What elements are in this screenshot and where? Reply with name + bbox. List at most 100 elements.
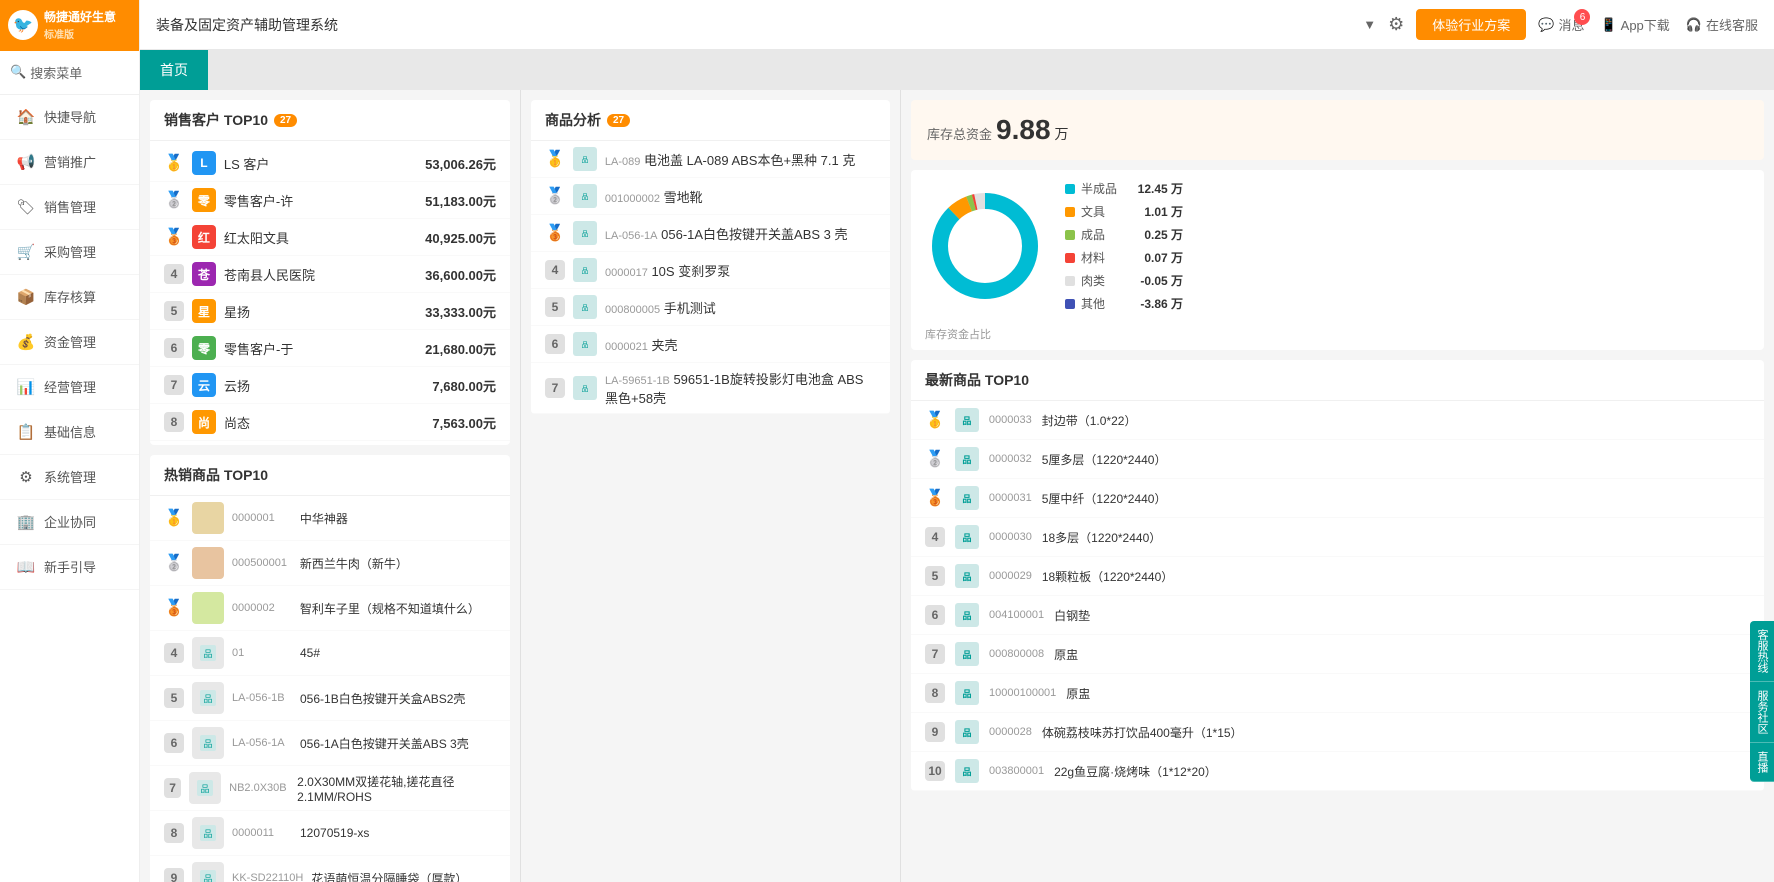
customer-name: LS 客户 [224,154,417,173]
hot-product-item: 🥇 0000001 中华神器 [150,496,510,541]
customer-rank-item: 7 云 云扬 7,680.00元 [150,367,510,404]
rank-num-6: 6 [164,733,184,753]
product-thumb-sm: 品 [573,258,597,282]
hot-product-item: 8 品 0000011 12070519-xs [150,811,510,856]
nav-label-basic-info: 基础信息 [44,422,96,441]
message-icon: 💬 [1538,17,1554,33]
product-analysis-item: 7 品 LA-59651-1B 59651-1B旋转投影灯电池盒 ABS黑色+5… [531,363,890,414]
product-thumb-sm: 品 [573,147,597,171]
medal-bronze: 🥉 [164,598,184,618]
product-thumb: 品 [192,727,224,759]
trial-button[interactable]: 体验行业方案 [1416,9,1526,40]
rank-num-5: 5 [164,688,184,708]
medal-silver: 🥈 [545,186,565,206]
latest-name: 封边带（1.0*22） [1042,412,1137,429]
sidebar-item-sales[interactable]: 🏷销售管理 [0,185,139,230]
topbar-right: 💬 消息 6 📱 App下载 🎧 在线客服 [1538,15,1758,34]
customer-name: 红太阳文具 [224,228,417,247]
product-info: 0000017 10S 变刹罗泵 [605,261,876,280]
sidebar-item-basic-info[interactable]: 📋基础信息 [0,410,139,455]
rank-num-4: 4 [925,527,945,547]
rank-num-4: 4 [164,643,184,663]
sidebar-item-enterprise[interactable]: 🏢企业协同 [0,500,139,545]
svg-text:品: 品 [582,341,589,349]
latest-product-item: 5 品 0000029 18颗粒板（1220*2440） [911,557,1764,596]
svg-text:品: 品 [203,829,212,839]
customer-name: 零售客户-于 [224,339,417,358]
customer-name: 云扬 [224,376,424,395]
legend-dot [1065,299,1075,309]
customer-name: 尚态 [224,413,424,432]
latest-name: 白钢垫 [1054,607,1090,624]
product-info: 0000021 夹壳 [605,335,876,354]
sidebar-item-quick-nav[interactable]: 🏠快捷导航 [0,95,139,140]
app-download-button[interactable]: 📱 App下载 [1600,15,1669,34]
hot-products-card: 热销商品 TOP10 🥇 0000001 中华神器 🥈 000500001 新西… [150,455,510,882]
search-menu-button[interactable]: 🔍 搜索菜单 [10,59,129,86]
medal-gold: 🥇 [164,508,184,528]
online-service-button[interactable]: 🎧 在线客服 [1686,15,1758,34]
rank-num-8: 8 [164,823,184,843]
nav-icon-operations: 📊 [16,377,36,397]
chevron-down-icon: ▼ [1363,17,1376,32]
customer-avatar: 零 [192,188,216,212]
nav-label-finance: 资金管理 [44,332,96,351]
customer-rank-item: 🥉 红 红太阳文具 40,925.00元 [150,219,510,256]
svg-text:品: 品 [203,874,212,882]
product-analysis-item: 5 品 000800005 手机测试 [531,289,890,326]
latest-thumb: 品 [955,759,979,783]
system-dropdown[interactable]: ▼ [1363,17,1376,32]
customer-value: 51,183.00元 [425,191,496,210]
sidebar-item-purchase[interactable]: 🛒采购管理 [0,230,139,275]
product-thumb: 品 [192,682,224,714]
sidebar-search-container: 🔍 搜索菜单 [0,51,139,95]
sidebar-item-inventory[interactable]: 📦库存核算 [0,275,139,320]
sidebar-item-guide[interactable]: 📖新手引导 [0,545,139,590]
tab-home[interactable]: 首页 [140,50,208,90]
latest-code: 0000031 [989,492,1032,504]
hot-products-header: 热销商品 TOP10 [150,455,510,496]
legend-name: 成品 [1081,226,1117,243]
latest-code: 003800001 [989,765,1044,777]
customer-top10-card: 销售客户 TOP10 27 🥇 L LS 客户 53,006.26元 🥈 零 零… [150,100,510,445]
left-panel: 销售客户 TOP10 27 🥇 L LS 客户 53,006.26元 🥈 零 零… [140,90,520,882]
messages-button[interactable]: 💬 消息 6 [1538,15,1584,34]
customer-rank-item: 🥇 L LS 客户 53,006.26元 [150,145,510,182]
customer-value: 7,563.00元 [432,413,496,432]
customer-avatar: 尚 [192,410,216,434]
float-btn-直播[interactable]: 直播 [1750,743,1774,782]
product-code: NB2.0X30B [229,782,289,794]
float-btn-服务社区[interactable]: 服务社区 [1750,682,1774,743]
latest-product-list: 🥇 品 0000033 封边带（1.0*22） 🥈 品 0000032 5厘多层… [911,401,1764,791]
rank-num-9: 9 [164,868,184,882]
main-area: 装备及固定资产辅助管理系统 ▼ ⚙ 体验行业方案 💬 消息 6 📱 App下载 … [140,0,1774,882]
middle-panel: 商品分析 27 🥇 品 LA-089 电池盖 LA-089 ABS本色+黑种 7… [520,90,900,882]
product-analysis-card: 商品分析 27 🥇 品 LA-089 电池盖 LA-089 ABS本色+黑种 7… [531,100,890,414]
rank-num-4: 4 [545,260,565,280]
product-name: 12070519-xs [300,826,369,840]
product-analysis-item: 🥇 品 LA-089 电池盖 LA-089 ABS本色+黑种 7.1 克 [531,141,890,178]
settings-icon[interactable]: ⚙ [1388,14,1404,35]
sidebar-item-marketing[interactable]: 📢营销推广 [0,140,139,185]
product-thumb [192,502,224,534]
legend-value: 12.45 万 [1123,180,1183,197]
nav-icon-finance: 💰 [16,332,36,352]
nav-label-purchase: 采购管理 [44,242,96,261]
medal-bronze: 🥉 [545,223,565,243]
product-info: LA-089 电池盖 LA-089 ABS本色+黑种 7.1 克 [605,150,876,169]
customer-value: 7,680.00元 [432,376,496,395]
latest-thumb: 品 [955,720,979,744]
rank-num-4: 4 [164,264,184,284]
sidebar-item-system[interactable]: ⚙系统管理 [0,455,139,500]
product-name: 中华神器 [300,510,348,527]
float-btn-客服热线[interactable]: 客服热线 [1750,621,1774,682]
sidebar-item-operations[interactable]: 📊经营管理 [0,365,139,410]
hot-product-item: 5 品 LA-056-1B 056-1B白色按键开关盒ABS2壳 [150,676,510,721]
sidebar-logo: 🐦 畅捷通好生意 标准版 [0,0,139,51]
customer-rank-list: 🥇 L LS 客户 53,006.26元 🥈 零 零售客户-许 51,183.0… [150,141,510,445]
sidebar-item-finance[interactable]: 💰 资金管理 [0,320,139,365]
rank-num-6: 6 [545,334,565,354]
legend-value: -0.05 万 [1123,272,1183,289]
phone-icon: 📱 [1600,17,1616,33]
customer-avatar: 苍 [192,262,216,286]
